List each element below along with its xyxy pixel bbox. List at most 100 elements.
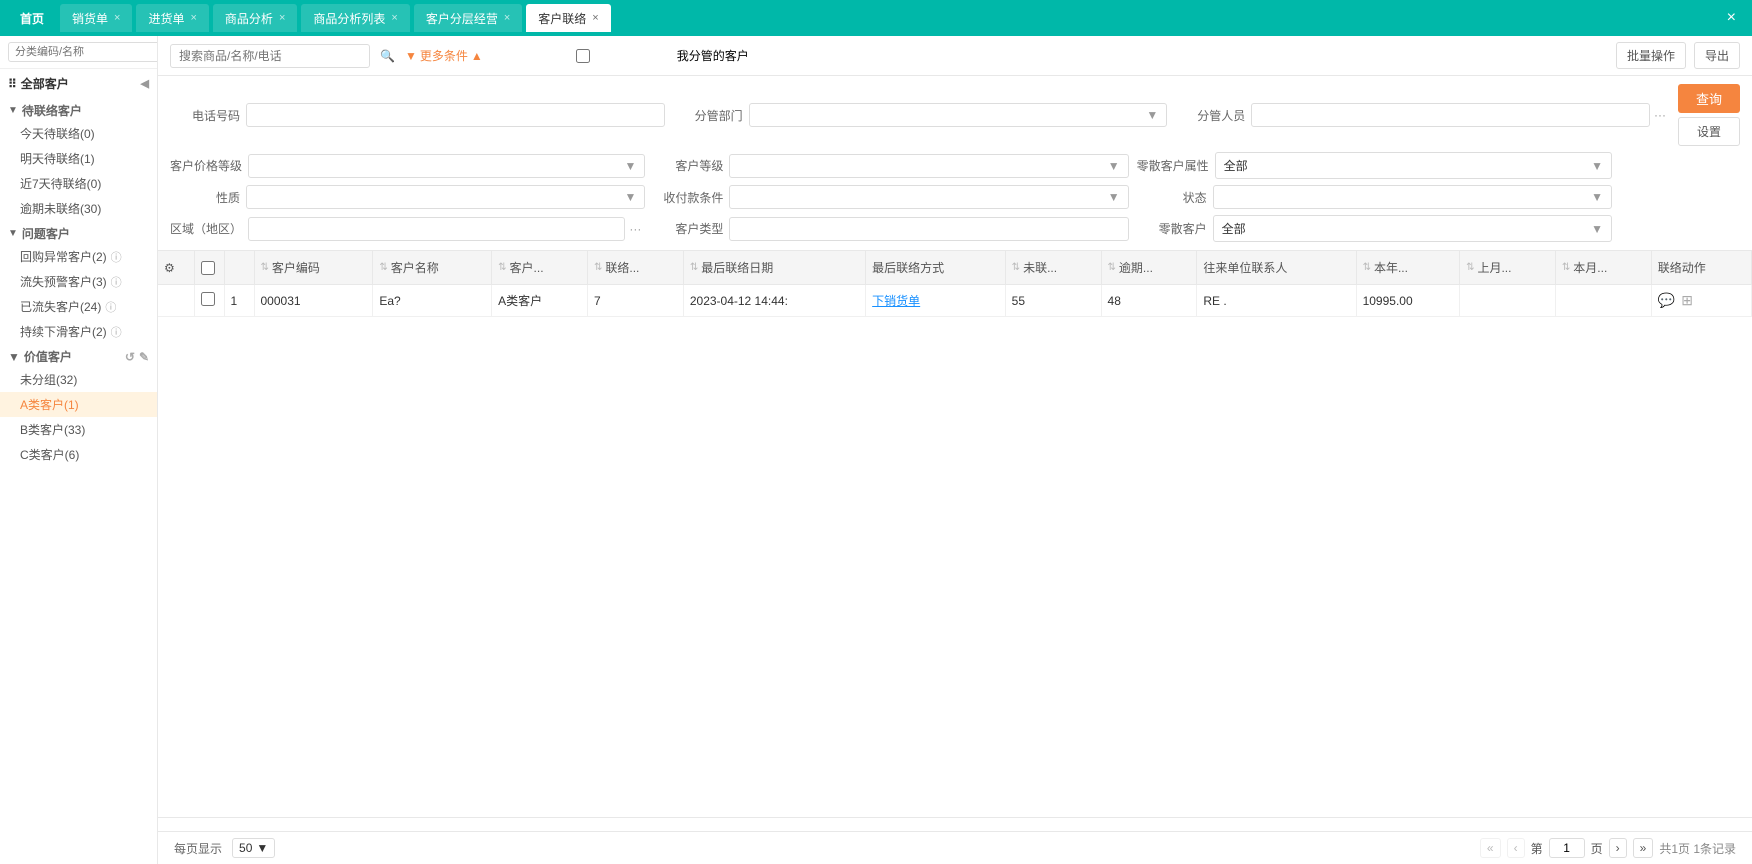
info-icon: ⓘ: [111, 274, 122, 290]
nature-select[interactable]: ▼: [246, 185, 645, 209]
batch-op-button[interactable]: 批量操作: [1616, 42, 1686, 69]
edit-icon[interactable]: ✎: [139, 350, 149, 364]
first-page-button[interactable]: «: [1480, 838, 1501, 858]
sidebar-item[interactable]: 逾期未联络(30): [0, 196, 157, 221]
th-seq: [224, 251, 254, 285]
nav-tab-sales[interactable]: 销货单 ×: [60, 4, 132, 32]
sidebar-item[interactable]: 明天待联络(1): [0, 146, 157, 171]
arrow-down-icon-2: ▼: [8, 228, 18, 239]
last-page-button[interactable]: »: [1633, 838, 1654, 858]
main-search-input[interactable]: [170, 44, 370, 68]
value-group-header[interactable]: ▼ 价值客户 ↺ ✎: [0, 344, 157, 367]
close-tab-analysis-icon[interactable]: ×: [279, 12, 285, 24]
filter-search-icon[interactable]: 🔍: [380, 49, 395, 63]
manager-input[interactable]: [1251, 103, 1650, 127]
tab-label-analysis-list: 商品分析列表: [313, 10, 385, 27]
region-dots-icon[interactable]: ···: [625, 222, 645, 236]
next-page-button[interactable]: ›: [1609, 838, 1627, 858]
home-tab[interactable]: 首页: [8, 10, 56, 27]
query-button[interactable]: 查询: [1678, 84, 1740, 113]
close-tab-sales-icon[interactable]: ×: [114, 12, 120, 24]
horizontal-scrollbar[interactable]: [158, 817, 1752, 831]
refresh-icon[interactable]: ↺: [125, 350, 135, 364]
dept-select[interactable]: ▼: [749, 103, 1168, 127]
setting-button[interactable]: 设置: [1678, 117, 1740, 146]
more-conditions-button[interactable]: ▼ 更多条件 ▲: [405, 47, 483, 64]
cust-type-field: 客户类型: [653, 217, 1128, 241]
sidebar-item[interactable]: A类客户(1): [0, 392, 157, 417]
nav-tab-analysis[interactable]: 商品分析×: [213, 4, 297, 32]
th-last-date-label: 最后联络日期: [701, 259, 773, 276]
export-button[interactable]: 导出: [1694, 42, 1740, 69]
page-number-input[interactable]: [1549, 838, 1585, 858]
payment-select[interactable]: ▼: [729, 185, 1128, 209]
sidebar-item[interactable]: 持续下滑客户(2)ⓘ: [0, 319, 157, 344]
sidebar-item[interactable]: C类客户(6): [0, 442, 157, 467]
status-select[interactable]: ▼: [1213, 185, 1612, 209]
pending-group-label: 待联络客户: [22, 102, 82, 119]
cust-type-input[interactable]: [729, 217, 1128, 241]
close-tab-customer-seg-icon[interactable]: ×: [504, 12, 510, 24]
close-tab-customer-contact-icon[interactable]: ×: [592, 12, 598, 24]
sidebar: 🔍 ⠿ 全部客户 ◀ ▼ 待联络客户 今天待联络(0)明天待联络(1)近7天待联…: [0, 36, 158, 864]
page-size-value: 50: [239, 841, 252, 855]
close-tab-analysis-list-icon[interactable]: ×: [391, 12, 397, 24]
close-tab-purchase-icon[interactable]: ×: [190, 12, 196, 24]
my-customers-checkbox[interactable]: 我分管的客户: [493, 47, 749, 64]
payment-field: 收付款条件 ▼: [653, 185, 1128, 209]
prev-page-button[interactable]: ‹: [1507, 838, 1525, 858]
nav-tab-customer-seg[interactable]: 客户分层经营×: [414, 4, 522, 32]
item-label: 持续下滑客户(2): [20, 323, 107, 340]
pending-group-header[interactable]: ▼ 待联络客户: [0, 98, 157, 121]
th-last-month: ⇅上月...: [1460, 251, 1556, 285]
th-level: ⇅客户...: [492, 251, 588, 285]
region-input[interactable]: [248, 217, 625, 241]
sidebar-item[interactable]: 近7天待联络(0): [0, 171, 157, 196]
nav-tab-purchase[interactable]: 进货单×: [136, 4, 208, 32]
sidebar-item[interactable]: 回购异常客户(2)ⓘ: [0, 244, 157, 269]
status-label: 状态: [1137, 189, 1207, 206]
page-label: 第: [1531, 840, 1543, 857]
filter-row-2: 客户价格等级 ▼ 客户等级 ▼ 零散客户属性 全部: [170, 152, 1740, 179]
cust-level-select[interactable]: ▼: [729, 154, 1128, 178]
filter-row-3: 性质 ▼ 收付款条件 ▼ 状态: [170, 185, 1740, 209]
message-icon[interactable]: 💬: [1658, 292, 1675, 309]
my-customers-check[interactable]: [493, 49, 673, 63]
nav-tab-analysis-list[interactable]: 商品分析列表 ×: [301, 4, 409, 32]
td-last-date: 2023-04-12 14:44:: [683, 285, 865, 317]
sidebar-item[interactable]: 今天待联络(0): [0, 121, 157, 146]
phone-input[interactable]: [246, 103, 665, 127]
close-all-button[interactable]: ×: [1719, 9, 1744, 27]
sidebar-item[interactable]: B类客户(33): [0, 417, 157, 442]
phone-field: 电话号码: [170, 103, 665, 127]
price-level-select[interactable]: ▼: [248, 154, 645, 178]
th-last-method-label: 最后联络方式: [872, 259, 944, 276]
th-settings[interactable]: ⚙: [158, 251, 194, 285]
manager-dots-icon[interactable]: ···: [1650, 108, 1670, 122]
last-method-link[interactable]: 下销货单: [872, 294, 920, 308]
row-checkbox[interactable]: [201, 292, 215, 306]
page-size-select[interactable]: 50 ▼: [232, 838, 275, 858]
nature-label: 性质: [170, 189, 240, 206]
sidebar-item[interactable]: 流失预警客户(3)ⓘ: [0, 269, 157, 294]
th-contact-label: 联络...: [605, 259, 639, 276]
filter-icon: ▼: [405, 49, 417, 63]
settings-icon[interactable]: ⚙: [164, 261, 175, 275]
item-label: 流失预警客户(3): [20, 273, 107, 290]
qr-icon[interactable]: ⊞: [1681, 292, 1693, 309]
sidebar-search-input[interactable]: [8, 42, 158, 62]
item-label: 回购异常客户(2): [20, 248, 107, 265]
sidebar-item[interactable]: 已流失客户(24)ⓘ: [0, 294, 157, 319]
tab-label-sales: 销货单: [72, 10, 108, 27]
footer-bar: 每页显示 50 ▼ « ‹ 第 页 › » 共1页 1条记录: [158, 831, 1752, 864]
nav-tab-customer-contact[interactable]: 客户联络×: [526, 4, 610, 32]
retail-cust-select[interactable]: 全部 ▼: [1213, 215, 1612, 242]
nature-field: 性质 ▼: [170, 185, 645, 209]
th-overdue-label: 逾期...: [1119, 259, 1153, 276]
select-all-checkbox[interactable]: [201, 261, 215, 275]
collapse-icon[interactable]: ◀: [141, 77, 149, 90]
all-customers-header[interactable]: ⠿ 全部客户 ◀: [0, 69, 157, 98]
problem-group-header[interactable]: ▼ 问题客户: [0, 221, 157, 244]
retail-attr-select[interactable]: 全部 ▼: [1215, 152, 1612, 179]
sidebar-item[interactable]: 未分组(32): [0, 367, 157, 392]
